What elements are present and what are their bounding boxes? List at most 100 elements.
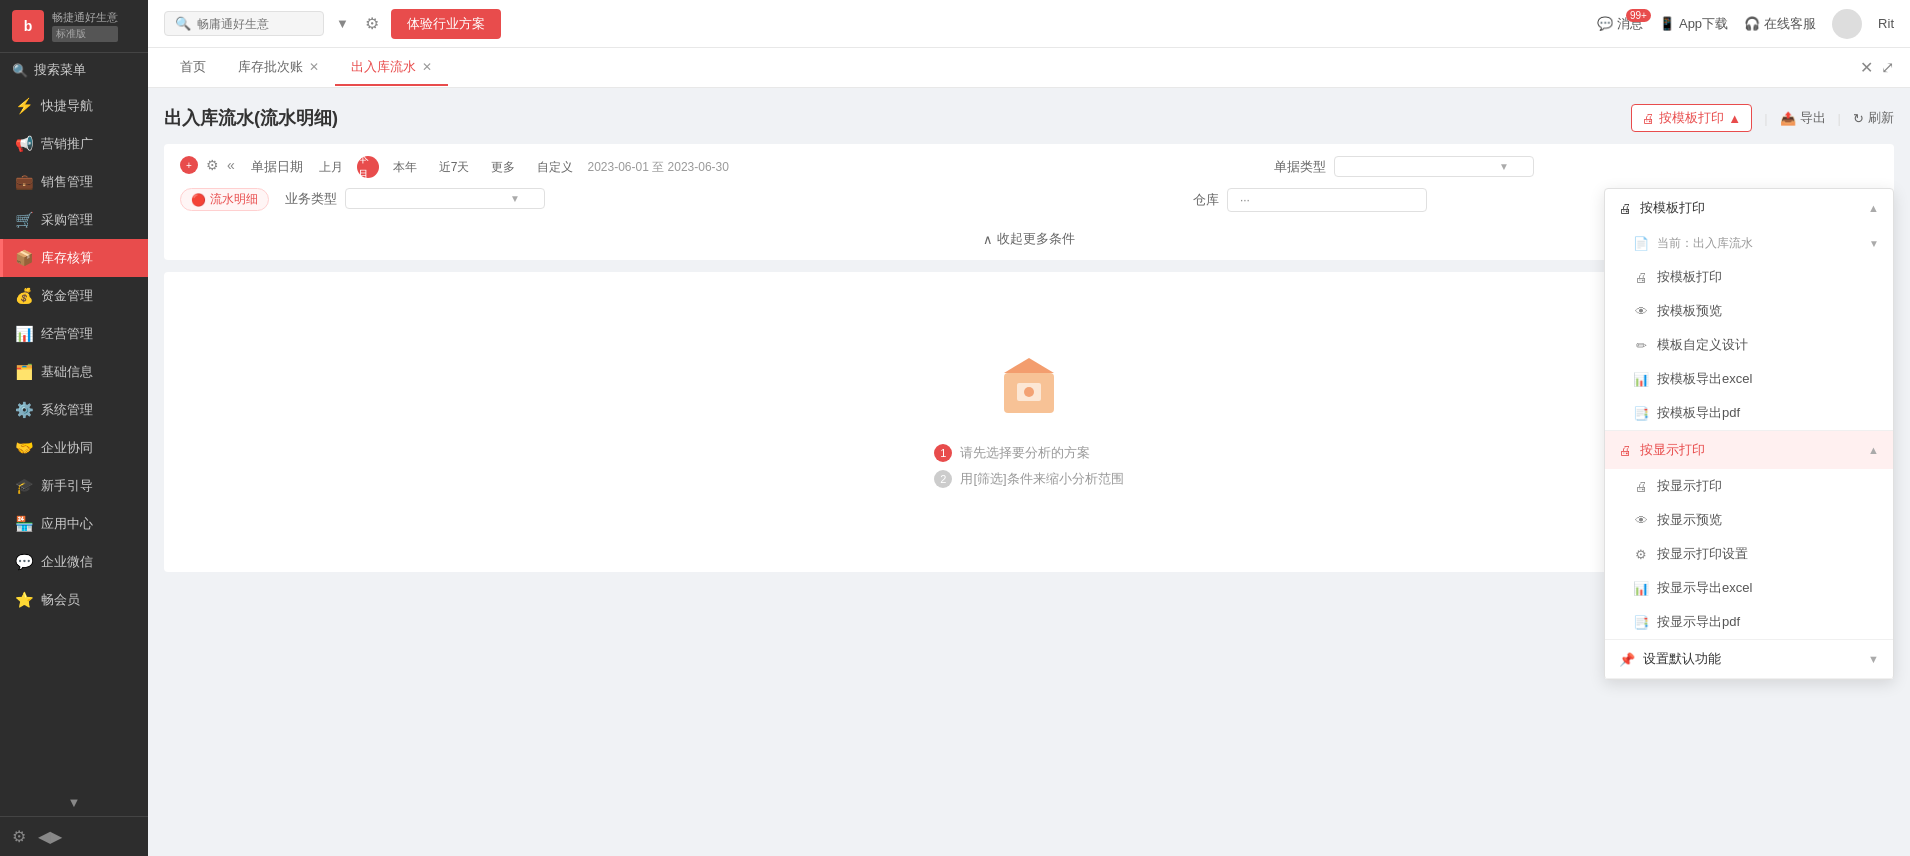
tab-flow-close[interactable]: ✕ <box>422 60 432 74</box>
divider1: | <box>1764 111 1767 126</box>
sidebar-item-operations[interactable]: 📊 经营管理 <box>0 315 148 353</box>
display-print-section-header[interactable]: 🖨 按显示打印 ▲ <box>1605 431 1893 469</box>
search-box[interactable]: 🔍 <box>164 11 324 36</box>
marketing-icon: 📢 <box>15 135 33 153</box>
sidebar-nav: ⚡ 快捷导航 📢 营销推广 💼 销售管理 🛒 采购管理 📦 库存核算 💰 <box>0 87 148 789</box>
display-print-icon: 🖨 <box>1619 443 1632 458</box>
print-icon: 🖨 <box>1642 111 1655 126</box>
tab-inventory-batch[interactable]: 库存批次账 ✕ <box>222 50 335 86</box>
template-preview-icon: 👁 <box>1633 303 1649 319</box>
sidebar-item-marketing[interactable]: 📢 营销推广 <box>0 125 148 163</box>
tab-flow[interactable]: 出入库流水 ✕ <box>335 50 448 86</box>
messages-btn[interactable]: 💬 消息 99+ <box>1597 15 1643 33</box>
guide-icon: 🎓 <box>15 477 33 495</box>
display-preview-icon: 👁 <box>1633 512 1649 528</box>
username-label[interactable]: Rit <box>1878 16 1894 31</box>
step-1-num: 1 <box>934 444 952 462</box>
filter-type-label: 单据类型 <box>1274 158 1326 176</box>
display-excel-icon: 📊 <box>1633 580 1649 596</box>
dropdown-current-item[interactable]: 📄 当前：出入库流水 ▼ <box>1605 227 1893 260</box>
filter-tag-custom[interactable]: 自定义 <box>529 157 581 178</box>
online-service-btn[interactable]: 🎧 在线客服 <box>1744 15 1816 33</box>
collapse-sidebar-icon[interactable]: ◀▶ <box>38 827 62 846</box>
display-export-pdf-item[interactable]: 📑 按显示导出pdf <box>1605 605 1893 639</box>
filter-date-range: 2023-06-01 至 2023-06-30 <box>587 159 728 176</box>
svg-marker-1 <box>1004 358 1054 373</box>
display-pdf-icon: 📑 <box>1633 614 1649 630</box>
filter-add-btn[interactable]: + <box>180 156 198 174</box>
template-print-item[interactable]: 🖨 按模板打印 <box>1605 260 1893 294</box>
finance-icon: 💰 <box>15 287 33 305</box>
print-dropdown-arrow[interactable]: ▲ <box>1728 111 1741 126</box>
sidebar-item-inventory[interactable]: 📦 库存核算 <box>0 239 148 277</box>
sidebar-bottom: ⚙ ◀▶ <box>0 816 148 856</box>
template-print-item-icon: 🖨 <box>1633 269 1649 285</box>
print-dropdown-panel: 🖨 按模板打印 ▲ 📄 当前：出入库流水 ▼ 🖨 按模板打印 <box>1604 188 1894 680</box>
topbar: 🔍 ▼ ⚙ 体验行业方案 💬 消息 99+ 📱 App下载 🎧 在线客服 <box>148 0 1910 48</box>
template-export-excel-item[interactable]: 📊 按模板导出excel <box>1605 362 1893 396</box>
filter-date-group: 单据日期 上月 本月 本年 近7天 更多 自定义 2023-06-01 至 20… <box>251 156 1258 178</box>
sidebar-item-sales[interactable]: 💼 销售管理 <box>0 163 148 201</box>
search-input[interactable] <box>197 17 297 31</box>
sidebar-item-enterprise-wechat[interactable]: 💬 企业微信 <box>0 543 148 581</box>
filter-setting-icon[interactable]: ⚙ <box>206 157 219 173</box>
sidebar-item-basic[interactable]: 🗂️ 基础信息 <box>0 353 148 391</box>
sidebar-item-quick-nav[interactable]: ⚡ 快捷导航 <box>0 87 148 125</box>
template-design-item[interactable]: ✏ 模板自定义设计 <box>1605 328 1893 362</box>
sidebar-item-enterprise[interactable]: 🤝 企业协同 <box>0 429 148 467</box>
filter-type-select[interactable]: ▼ <box>1334 156 1534 177</box>
sidebar-item-member[interactable]: ⭐ 畅会员 <box>0 581 148 619</box>
close-window-btn[interactable]: ✕ <box>1860 58 1873 77</box>
template-export-pdf-item[interactable]: 📑 按模板导出pdf <box>1605 396 1893 430</box>
type-dropdown-arrow: ▼ <box>1499 161 1509 172</box>
print-template-btn[interactable]: 🖨 按模板打印 ▲ <box>1631 104 1752 132</box>
export-btn[interactable]: 📤 导出 <box>1780 109 1826 127</box>
filter-chip-liushuimingxi[interactable]: 🔴 流水明细 <box>180 188 269 211</box>
template-preview-item[interactable]: 👁 按模板预览 <box>1605 294 1893 328</box>
quick-nav-icon: ⚡ <box>15 97 33 115</box>
filter-tag-7days[interactable]: 近7天 <box>431 157 478 178</box>
maximize-window-btn[interactable]: ⤢ <box>1881 58 1894 77</box>
trial-industry-btn[interactable]: 体验行业方案 <box>391 9 501 39</box>
filter-tag-this-year[interactable]: 本年 <box>385 157 425 178</box>
set-default-header[interactable]: 📌 设置默认功能 ▼ <box>1605 640 1893 678</box>
topbar-gear-icon[interactable]: ⚙ <box>365 14 379 33</box>
template-print-title: 🖨 按模板打印 <box>1619 199 1705 217</box>
sidebar-search[interactable]: 🔍 搜索菜单 <box>0 53 148 87</box>
display-export-excel-item[interactable]: 📊 按显示导出excel <box>1605 571 1893 605</box>
filter-tag-last-month[interactable]: 上月 <box>311 157 351 178</box>
warehouse-more-btn[interactable]: ··· <box>1240 193 1250 207</box>
page-title: 出入库流水(流水明细) <box>164 106 338 130</box>
sidebar-item-app-center[interactable]: 🏪 应用中心 <box>0 505 148 543</box>
filter-warehouse-select[interactable]: ··· <box>1227 188 1427 212</box>
search-dropdown-btn[interactable]: ▼ <box>336 16 349 31</box>
template-print-section-header[interactable]: 🖨 按模板打印 ▲ <box>1605 189 1893 227</box>
tabs-bar: 首页 库存批次账 ✕ 出入库流水 ✕ ✕ ⤢ <box>148 48 1910 88</box>
filter-tag-this-month[interactable]: 本月 <box>357 156 379 178</box>
sidebar-item-finance[interactable]: 💰 资金管理 <box>0 277 148 315</box>
sidebar-item-system[interactable]: ⚙️ 系统管理 <box>0 391 148 429</box>
filter-warehouse-label: 仓库 <box>1193 191 1219 209</box>
template-design-icon: ✏ <box>1633 337 1649 353</box>
sidebar-item-guide[interactable]: 🎓 新手引导 <box>0 467 148 505</box>
tab-home[interactable]: 首页 <box>164 50 222 86</box>
empty-step-1: 1 请先选择要分析的方案 <box>934 444 1123 462</box>
tab-inventory-batch-close[interactable]: ✕ <box>309 60 319 74</box>
display-preview-item[interactable]: 👁 按显示预览 <box>1605 503 1893 537</box>
template-current-icon: 📄 <box>1633 236 1649 252</box>
filter-collapse-icon[interactable]: « <box>227 157 235 173</box>
sidebar-scroll-down[interactable]: ▼ <box>0 789 148 816</box>
filter-tag-more[interactable]: 更多 <box>483 157 523 178</box>
filter-biz-type-select[interactable]: ▼ <box>345 188 545 209</box>
filter-type-group: 单据类型 ▼ <box>1274 156 1878 177</box>
display-print-settings-item[interactable]: ⚙ 按显示打印设置 <box>1605 537 1893 571</box>
export-icon: 📤 <box>1780 111 1796 126</box>
settings-icon[interactable]: ⚙ <box>12 827 26 846</box>
app-download-btn[interactable]: 📱 App下载 <box>1659 15 1728 33</box>
chip-icon: 🔴 <box>191 193 206 207</box>
display-print-item[interactable]: 🖨 按显示打印 <box>1605 469 1893 503</box>
sidebar-item-purchase[interactable]: 🛒 采购管理 <box>0 201 148 239</box>
refresh-btn[interactable]: ↻ 刷新 <box>1853 109 1894 127</box>
divider2: | <box>1838 111 1841 126</box>
user-avatar[interactable] <box>1832 9 1862 39</box>
